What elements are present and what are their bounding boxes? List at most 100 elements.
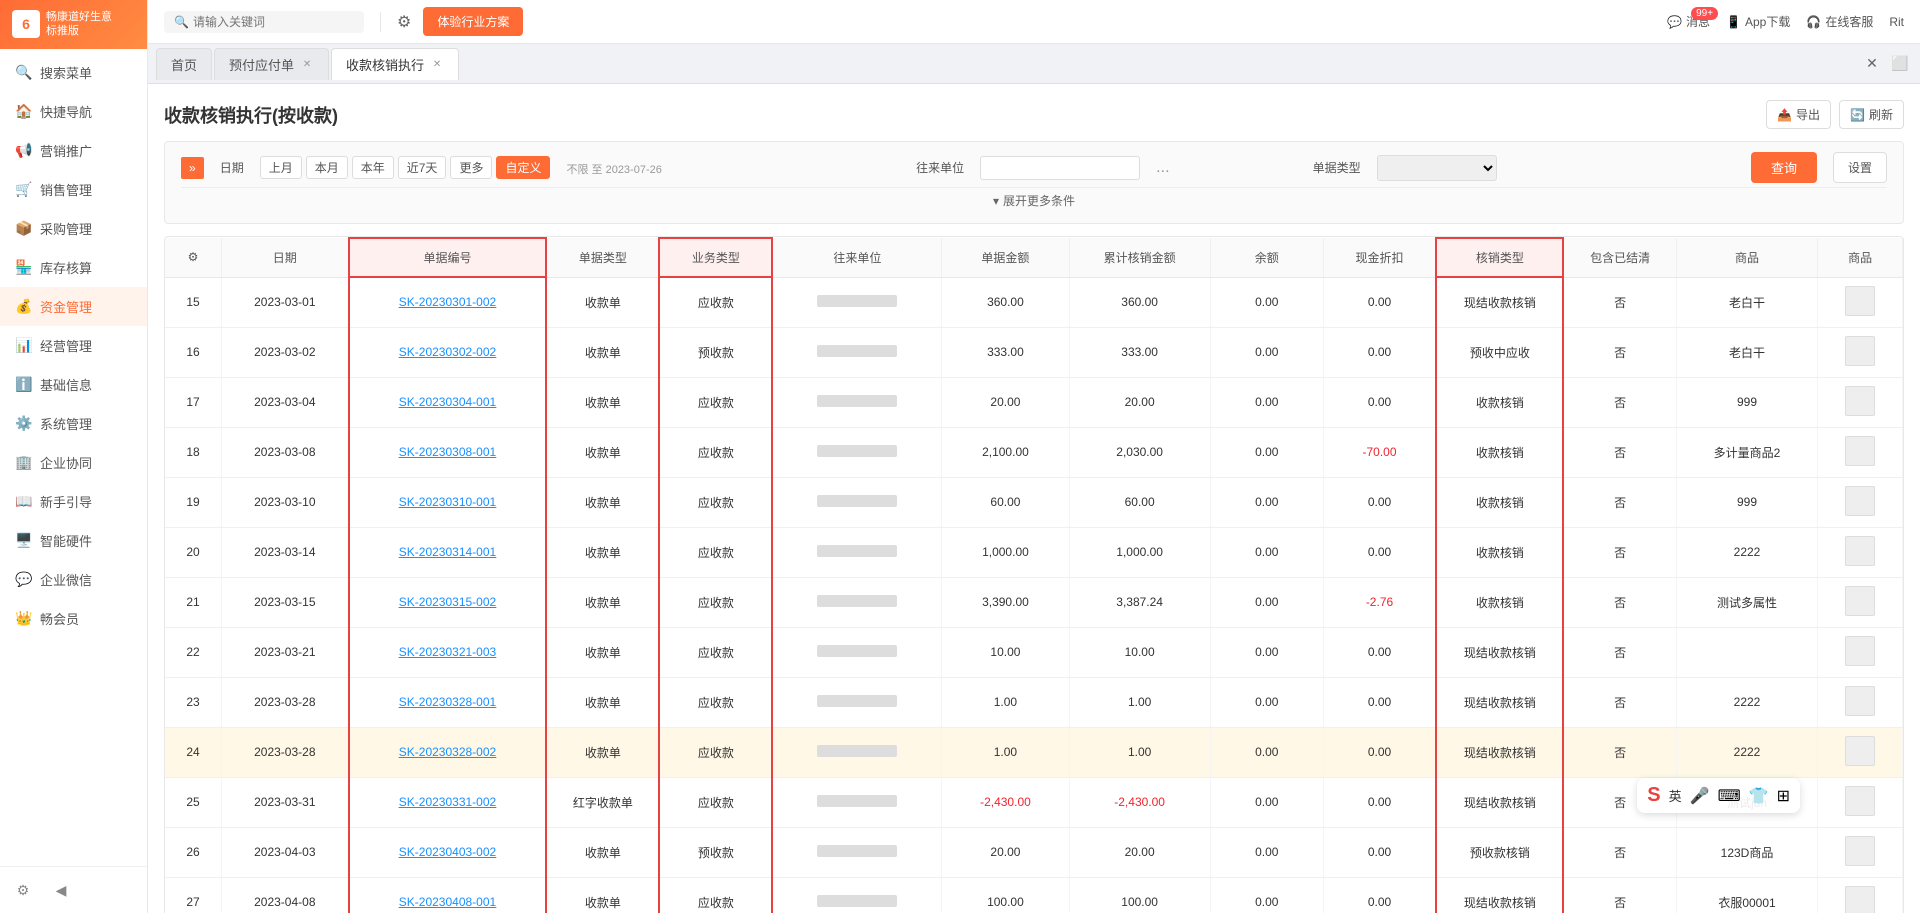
mic-icon[interactable]: 🎤 xyxy=(1690,786,1710,806)
close-window-btn[interactable]: ✕ xyxy=(1860,52,1884,76)
table-row[interactable]: 202023-03-14SK-20230314-001收款单应收款1,000.0… xyxy=(165,527,1903,577)
service-btn[interactable]: 🎧 在线客服 xyxy=(1806,13,1873,30)
doc-no-link[interactable]: SK-20230328-002 xyxy=(399,745,496,759)
th-date: 日期 xyxy=(222,238,349,277)
table-row[interactable]: 152023-03-01SK-20230301-002收款单应收款360.003… xyxy=(165,277,1903,327)
doc-no-link[interactable]: SK-20230321-003 xyxy=(399,645,496,659)
date-btn-week[interactable]: 近7天 xyxy=(398,156,447,179)
receipt-type-select[interactable] xyxy=(1377,155,1497,181)
date-btn-more[interactable]: 更多 xyxy=(450,156,492,179)
date-btn-year[interactable]: 本年 xyxy=(352,156,394,179)
sidebar-item-guide[interactable]: 📖新手引导 xyxy=(0,482,147,521)
table-row[interactable]: 272023-04-08SK-20230408-001收款单应收款100.001… xyxy=(165,877,1903,913)
doc-no-link[interactable]: SK-20230304-001 xyxy=(399,395,496,409)
sidebar-item-wechat[interactable]: 💬企业微信 xyxy=(0,560,147,599)
message-btn[interactable]: 💬 消息 99+ xyxy=(1667,13,1710,30)
doc-no-link[interactable]: SK-20230403-002 xyxy=(399,845,496,859)
date-btn-custom[interactable]: 自定义 xyxy=(496,156,550,179)
sidebar-item-marketing[interactable]: 📢营销推广 xyxy=(0,131,147,170)
cell-balance: 0.00 xyxy=(1210,627,1323,677)
doc-no-link[interactable]: SK-20230331-002 xyxy=(399,795,496,809)
app-download-btn[interactable]: 📱 App下载 xyxy=(1726,13,1790,30)
tab-close-prepay[interactable]: ✕ xyxy=(300,57,314,71)
sidebar-item-member[interactable]: 👑畅会员 xyxy=(0,599,147,638)
expand-more-btn[interactable]: ▾ 展开更多条件 xyxy=(181,187,1887,213)
sidebar-item-purchase[interactable]: 📦采购管理 xyxy=(0,209,147,248)
doc-no-link[interactable]: SK-20230408-001 xyxy=(399,895,496,909)
settings-bottom-btn[interactable]: ⚙ xyxy=(8,875,38,905)
counterpart-input[interactable] xyxy=(980,156,1140,180)
phone-icon: 📱 xyxy=(1726,15,1741,29)
solution-button[interactable]: 体验行业方案 xyxy=(423,7,523,36)
cell-counterpart xyxy=(772,277,942,327)
th-balance: 余额 xyxy=(1210,238,1323,277)
filter-expand-btn[interactable]: » xyxy=(181,157,204,179)
keyboard-icon[interactable]: ⌨ xyxy=(1718,786,1741,806)
cell-amount: -2,430.00 xyxy=(942,777,1069,827)
grid-icon[interactable]: ⊞ xyxy=(1777,786,1790,806)
cell-goods xyxy=(1676,627,1817,677)
table-row[interactable]: 222023-03-21SK-20230321-003收款单应收款10.0010… xyxy=(165,627,1903,677)
tab-home[interactable]: 首页 xyxy=(156,48,212,80)
table-row[interactable]: 172023-03-04SK-20230304-001收款单应收款20.0020… xyxy=(165,377,1903,427)
collapse-btn[interactable]: ◀ xyxy=(46,875,76,905)
cell-doc_type: 收款单 xyxy=(546,527,659,577)
sidebar-item-quick-nav[interactable]: 🏠快捷导航 xyxy=(0,92,147,131)
doc-no-link[interactable]: SK-20230328-001 xyxy=(399,695,496,709)
sidebar-item-basic[interactable]: ℹ️基础信息 xyxy=(0,365,147,404)
sidebar-item-sales[interactable]: 🛒销售管理 xyxy=(0,170,147,209)
tab-close-receipt-verify[interactable]: ✕ xyxy=(430,57,444,71)
cell-doc_no: SK-20230301-002 xyxy=(349,277,547,327)
member-icon: 👑 xyxy=(16,610,32,626)
table-row[interactable]: 242023-03-28SK-20230328-002收款单应收款1.001.0… xyxy=(165,727,1903,777)
cell-goods2 xyxy=(1818,377,1903,427)
shirt-icon[interactable]: 👕 xyxy=(1749,786,1769,806)
cell-amount: 2,100.00 xyxy=(942,427,1069,477)
sidebar-item-enterprise[interactable]: 🏢企业协同 xyxy=(0,443,147,482)
query-button[interactable]: 查询 xyxy=(1751,152,1817,183)
sidebar-item-inventory[interactable]: 🏪库存核算 xyxy=(0,248,147,287)
cell-counterpart xyxy=(772,827,942,877)
doc-no-link[interactable]: SK-20230310-001 xyxy=(399,495,496,509)
refresh-button[interactable]: 🔄 刷新 xyxy=(1839,100,1904,129)
doc-no-link[interactable]: SK-20230315-002 xyxy=(399,595,496,609)
table-row[interactable]: 212023-03-15SK-20230315-002收款单应收款3,390.0… xyxy=(165,577,1903,627)
search-input[interactable] xyxy=(193,15,313,29)
cell-cash_discount: 0.00 xyxy=(1323,377,1436,427)
doc-no-link[interactable]: SK-20230308-001 xyxy=(399,445,496,459)
cell-biz_type: 应收款 xyxy=(659,377,772,427)
cell-date: 2023-03-14 xyxy=(222,527,349,577)
table-row[interactable]: 192023-03-10SK-20230310-001收款单应收款60.0060… xyxy=(165,477,1903,527)
tab-prepay[interactable]: 预付应付单✕ xyxy=(214,48,329,80)
sidebar-item-finance[interactable]: 💰资金管理 xyxy=(0,287,147,326)
date-btn-prev[interactable]: 上月 xyxy=(260,156,302,179)
quick-nav-icon: 🏠 xyxy=(16,103,32,119)
table-row[interactable]: 182023-03-08SK-20230308-001收款单应收款2,100.0… xyxy=(165,427,1903,477)
sidebar-item-system[interactable]: ⚙️系统管理 xyxy=(0,404,147,443)
table-row[interactable]: 262023-04-03SK-20230403-002收款单预收款20.0020… xyxy=(165,827,1903,877)
tab-receipt-verify[interactable]: 收款核销执行✕ xyxy=(331,48,459,80)
sidebar-label-marketing: 营销推广 xyxy=(40,141,92,160)
gear-icon[interactable]: ⚙ xyxy=(397,12,411,32)
table-row[interactable]: 162023-03-02SK-20230302-002收款单预收款333.003… xyxy=(165,327,1903,377)
th-counterpart: 往来单位 xyxy=(772,238,942,277)
sidebar-item-hardware[interactable]: 🖥️智能硬件 xyxy=(0,521,147,560)
export-button[interactable]: 📤 导出 xyxy=(1766,100,1831,129)
doc-no-link[interactable]: SK-20230301-002 xyxy=(399,295,496,309)
filter-settings-button[interactable]: 设置 xyxy=(1833,152,1887,183)
cell-balance: 0.00 xyxy=(1210,827,1323,877)
inventory-icon: 🏪 xyxy=(16,259,32,275)
cell-doc_no: SK-20230331-002 xyxy=(349,777,547,827)
doc-no-link[interactable]: SK-20230314-001 xyxy=(399,545,496,559)
sidebar-item-search[interactable]: 🔍搜索菜单 xyxy=(0,53,147,92)
sidebar-bottom: ⚙ ◀ xyxy=(0,866,147,913)
table-row[interactable]: 232023-03-28SK-20230328-001收款单应收款1.001.0… xyxy=(165,677,1903,727)
cell-balance: 0.00 xyxy=(1210,877,1323,913)
sidebar-item-operations[interactable]: 📊经营管理 xyxy=(0,326,147,365)
maximize-btn[interactable]: ⬜ xyxy=(1888,52,1912,76)
user-info[interactable]: Rit xyxy=(1889,15,1904,29)
search-icon: 🔍 xyxy=(16,64,32,80)
date-btn-curr[interactable]: 本月 xyxy=(306,156,348,179)
doc-no-link[interactable]: SK-20230302-002 xyxy=(399,345,496,359)
more-options-icon[interactable]: ... xyxy=(1156,159,1169,177)
